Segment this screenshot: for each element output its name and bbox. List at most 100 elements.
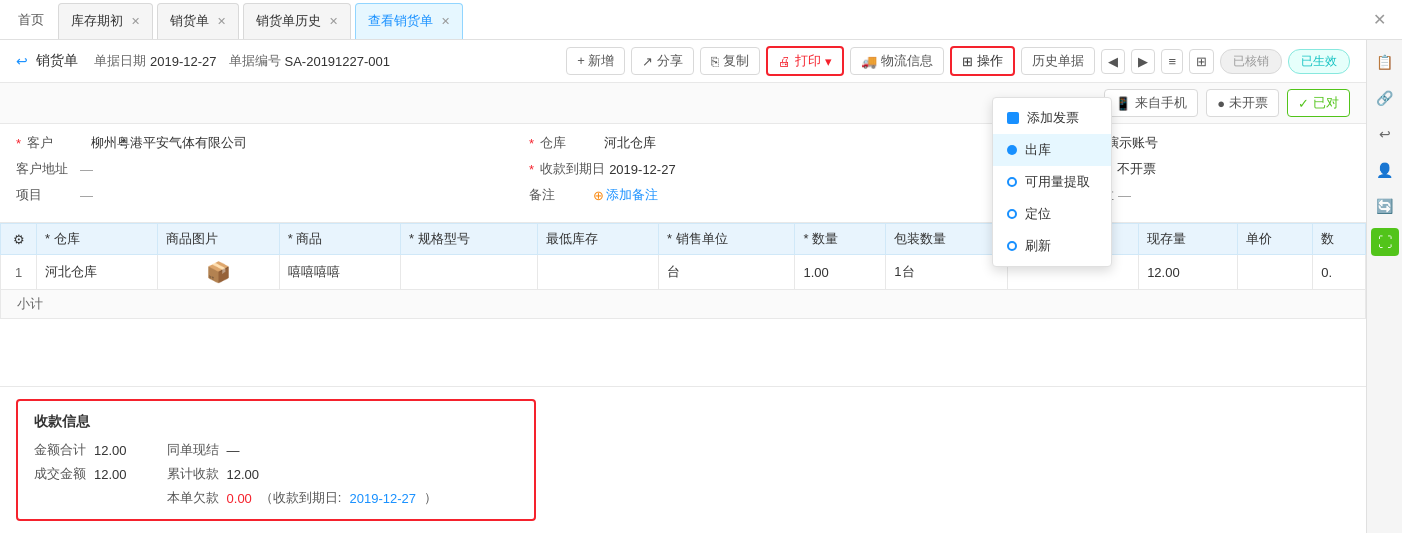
col-img: 商品图片 xyxy=(158,224,279,255)
tab-inventory-init-close[interactable]: ✕ xyxy=(131,15,140,28)
tab-sales-history-label: 销货单历史 xyxy=(256,12,321,30)
dropdown-locate[interactable]: 定位 xyxy=(993,198,1111,230)
col-stock: 现存量 xyxy=(1139,224,1237,255)
col-spec: * 规格型号 xyxy=(400,224,537,255)
tab-sales-order[interactable]: 销货单 ✕ xyxy=(157,3,239,39)
print-dropdown-icon: ▾ xyxy=(825,54,832,69)
tab-sales-order-close[interactable]: ✕ xyxy=(217,15,226,28)
tab-view-sales-close[interactable]: ✕ xyxy=(441,15,450,28)
accumulated-row: 累计收款 12.00 xyxy=(167,465,437,483)
ticket-value: 不开票 xyxy=(1117,160,1156,178)
col-price: 单价 xyxy=(1237,224,1313,255)
tab-sales-history-close[interactable]: ✕ xyxy=(329,15,338,28)
customer-label: 客户 xyxy=(27,134,87,152)
accumulated-label: 累计收款 xyxy=(167,465,219,483)
nav-next-button[interactable]: ▶ xyxy=(1131,49,1155,74)
dropdown-add-invoice[interactable]: 添加发票 xyxy=(993,102,1111,134)
row-min-stock xyxy=(537,255,658,290)
from-mobile-button[interactable]: 📱 来自手机 xyxy=(1104,89,1198,117)
sidebar-icon-3[interactable]: ↩ xyxy=(1371,120,1399,148)
row-warehouse: 河北仓库 xyxy=(37,255,158,290)
operate-button[interactable]: ⊞ 操作 xyxy=(950,46,1015,76)
row-product: 嘻嘻嘻嘻 xyxy=(279,255,400,290)
transaction-value: 12.00 xyxy=(94,467,127,482)
logistics-button[interactable]: 🚚 物流信息 xyxy=(850,47,944,75)
share-button[interactable]: ↗ 分享 xyxy=(631,47,694,75)
same-order-label: 同单现结 xyxy=(167,441,219,459)
tab-home[interactable]: 首页 xyxy=(8,5,54,35)
check-icon: ✓ xyxy=(1298,96,1309,111)
tab-inventory-init[interactable]: 库存期初 ✕ xyxy=(58,3,153,39)
form-area: * 客户 柳州粤港平安气体有限公司 * 仓库 河北仓库 业务员 演示账号 客户地… xyxy=(0,124,1366,223)
view-list-button[interactable]: ≡ xyxy=(1161,49,1183,74)
history-button[interactable]: 历史单据 xyxy=(1021,47,1095,75)
dropdown-outbound[interactable]: 出库 xyxy=(993,134,1111,166)
new-button[interactable]: + 新增 xyxy=(566,47,625,75)
check-button[interactable]: ✓ 已对 xyxy=(1287,89,1350,117)
row-stock: 12.00 xyxy=(1139,255,1237,290)
owe-note-end: ） xyxy=(424,489,437,507)
tab-view-sales[interactable]: 查看销货单 ✕ xyxy=(355,3,463,39)
note-label: 备注 xyxy=(529,186,589,204)
not-open-button[interactable]: ● 未开票 xyxy=(1206,89,1279,117)
row-num: 1 xyxy=(1,255,37,290)
doc-meta: 单据日期 2019-12-27 单据编号 SA-20191227-001 xyxy=(94,52,390,70)
ticket-icon: ● xyxy=(1217,96,1225,111)
dropdown-refresh[interactable]: 刷新 xyxy=(993,230,1111,262)
total-row: 金额合计 12.00 xyxy=(34,441,127,459)
locate-icon xyxy=(1007,209,1017,219)
same-order-row: 同单现结 — xyxy=(167,441,437,459)
doc-date-label: 单据日期 xyxy=(94,52,146,70)
effected-badge: 已生效 xyxy=(1288,49,1350,74)
col-other: 数 xyxy=(1313,224,1366,255)
subtotal-row: 小计 xyxy=(1,290,1366,319)
sidebar-icon-6[interactable]: ⛶ xyxy=(1371,228,1399,256)
tab-sales-history[interactable]: 销货单历史 ✕ xyxy=(243,3,351,39)
bottom-area: 收款信息 金额合计 12.00 成交金额 12.00 xyxy=(0,386,1366,533)
tab-view-sales-label: 查看销货单 xyxy=(368,12,433,30)
outbound-icon xyxy=(1007,145,1017,155)
tab-inventory-init-label: 库存期初 xyxy=(71,12,123,30)
copy-button[interactable]: ⎘ 复制 xyxy=(700,47,760,75)
right-sidebar: 📋 🔗 ↩ 👤 🔄 ⛶ xyxy=(1366,40,1402,533)
project-label: 项目 xyxy=(16,186,76,204)
col-min-stock: 最低库存 xyxy=(537,224,658,255)
row-pkg-qty: 1台 xyxy=(886,255,1007,290)
row-qty: 1.00 xyxy=(795,255,886,290)
dropdown-take-qty[interactable]: 可用量提取 xyxy=(993,166,1111,198)
doc-date-value: 2019-12-27 xyxy=(150,54,217,69)
add-invoice-label: 添加发票 xyxy=(1027,109,1079,127)
warehouse-required: * xyxy=(529,136,534,151)
col-settings[interactable]: ⚙ xyxy=(1,224,37,255)
sidebar-icon-5[interactable]: 🔄 xyxy=(1371,192,1399,220)
logistics-icon: 🚚 xyxy=(861,54,877,69)
transaction-row: 成交金额 12.00 xyxy=(34,465,127,483)
same-order-value: — xyxy=(227,443,240,458)
payment-rows: 金额合计 12.00 成交金额 12.00 同单现结 — xyxy=(34,441,518,507)
form-row-3: 项目 — 备注 ⊕ 添加备注 * * 业务员孟 — xyxy=(16,186,1350,204)
address-label: 客户地址 xyxy=(16,160,76,178)
customer-field: * 客户 柳州粤港平安气体有限公司 xyxy=(16,134,529,152)
products-table: ⚙ * 仓库 商品图片 * 商品 * 规格型号 最低库存 * 销售单位 * 数量… xyxy=(0,223,1366,319)
address-field: 客户地址 — xyxy=(16,160,529,178)
warehouse-label: 仓库 xyxy=(540,134,600,152)
col-unit: * 销售单位 xyxy=(658,224,795,255)
tab-sales-order-label: 销货单 xyxy=(170,12,209,30)
sidebar-icon-2[interactable]: 🔗 xyxy=(1371,84,1399,112)
cancelled-badge: 已核销 xyxy=(1220,49,1282,74)
transaction-label: 成交金额 xyxy=(34,465,86,483)
plus-icon: ⊕ xyxy=(593,188,604,203)
add-note-button[interactable]: ⊕ 添加备注 xyxy=(593,186,658,204)
row-other: 0. xyxy=(1313,255,1366,290)
view-grid-button[interactable]: ⊞ xyxy=(1189,49,1214,74)
sidebar-icon-4[interactable]: 👤 xyxy=(1371,156,1399,184)
print-button[interactable]: 🖨 打印 ▾ xyxy=(766,46,844,76)
nav-prev-button[interactable]: ◀ xyxy=(1101,49,1125,74)
document-header: ↩ 销货单 单据日期 2019-12-27 单据编号 SA-20191227-0… xyxy=(0,40,1366,83)
owe-value: 0.00 xyxy=(227,491,252,506)
mobile-icon: 📱 xyxy=(1115,96,1131,111)
header-actions: + 新增 ↗ 分享 ⎘ 复制 🖨 打印 ▾ 🚚 物流信息 xyxy=(566,46,1350,76)
refresh-icon xyxy=(1007,241,1017,251)
sidebar-icon-1[interactable]: 📋 xyxy=(1371,48,1399,76)
window-close-button[interactable]: ✕ xyxy=(1365,6,1394,33)
